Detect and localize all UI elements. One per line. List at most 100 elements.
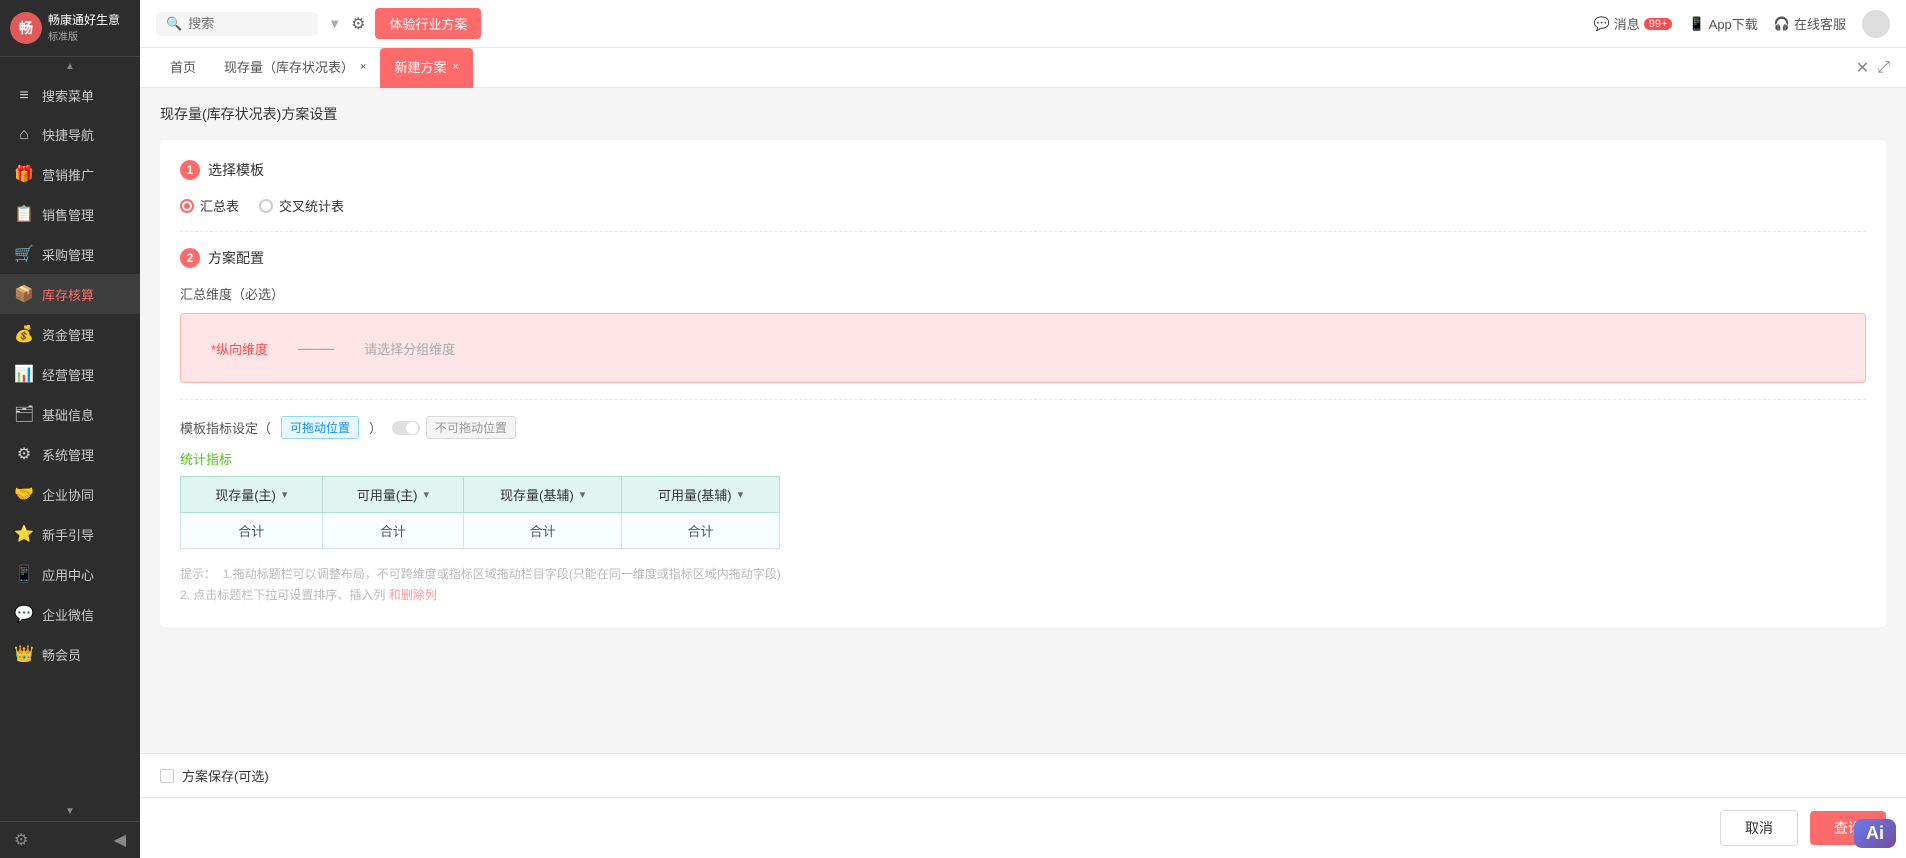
- gear-icon[interactable]: ⚙: [351, 14, 365, 34]
- sidebar-item-finance[interactable]: 💰 资金管理: [0, 314, 140, 354]
- logo-line2: 标准版: [48, 28, 120, 43]
- sidebar: 畅 畅康通好生意 标准版 ▲ ≡ 搜索菜单 ⌂ 快捷导航 🎁 营销推广 📋 销售…: [0, 0, 140, 858]
- sidebar-scroll-down[interactable]: ▼: [0, 802, 140, 821]
- radio-summary-label: 汇总表: [200, 196, 239, 215]
- sidebar-item-basic[interactable]: 🗂 基础信息: [0, 394, 140, 434]
- online-service-btn[interactable]: 🎧 在线客服: [1774, 14, 1846, 33]
- sidebar-item-system[interactable]: ⚙ 系统管理: [0, 434, 140, 474]
- chevron-down-icon-0[interactable]: ▾: [282, 488, 288, 501]
- sound-icon[interactable]: ◀: [114, 830, 126, 850]
- chevron-down-icon-3[interactable]: ▾: [738, 488, 744, 501]
- app-download-btn[interactable]: 📱 App下载: [1688, 14, 1757, 33]
- tab-inventory-close[interactable]: ×: [360, 61, 366, 73]
- dimension-required: *纵向维度: [211, 339, 268, 358]
- chevron-down-icon-2[interactable]: ▾: [580, 488, 586, 501]
- settings-icon[interactable]: ⚙: [14, 830, 28, 850]
- cancel-button[interactable]: 取消: [1720, 810, 1798, 846]
- save-checkbox-label: 方案保存(可选): [182, 766, 269, 785]
- tab-close-icon[interactable]: ✕: [1856, 58, 1869, 78]
- dimension-arrow: ——: [298, 338, 334, 359]
- table-row: 合计 合计 合计 合计: [181, 513, 780, 549]
- radio-cross-label: 交叉统计表: [279, 196, 344, 215]
- basic-icon: 🗂: [14, 404, 34, 424]
- non-draggable-indicator: 不可拖动位置: [392, 416, 516, 439]
- cell-0-0: 合计: [181, 513, 323, 549]
- search-box[interactable]: 🔍: [156, 12, 318, 36]
- tab-expand-icon[interactable]: ⤢: [1877, 59, 1890, 77]
- tab-new-plan[interactable]: 新建方案 ×: [380, 48, 472, 88]
- save-checkbox[interactable]: [160, 769, 174, 783]
- sidebar-item-new-guide[interactable]: ⭐ 新手引导: [0, 514, 140, 554]
- topbar: 🔍 ▼ ⚙ 体验行业方案 💬 消息 99+ 📱 App下载 🎧 在线客服: [140, 0, 1906, 48]
- logo-icon: 畅: [10, 12, 42, 44]
- user-avatar[interactable]: [1862, 10, 1890, 38]
- tab-inventory-status[interactable]: 现存量（库存状况表） ×: [210, 48, 380, 88]
- sales-icon: 📋: [14, 204, 34, 224]
- new-guide-icon: ⭐: [14, 524, 34, 544]
- sidebar-item-operations[interactable]: 📊 经营管理: [0, 354, 140, 394]
- messages-btn[interactable]: 💬 消息 99+: [1594, 14, 1673, 33]
- col-header-2[interactable]: 现存量(基辅) ▾: [464, 477, 622, 513]
- chevron-down-icon-1[interactable]: ▾: [423, 488, 429, 501]
- sidebar-item-member[interactable]: 👑 畅会员: [0, 634, 140, 674]
- sidebar-item-sales[interactable]: 📋 销售管理: [0, 194, 140, 234]
- indicator-settings: 模板指标设定（ 可拖动位置 ） 不可拖动位置 统计指标: [180, 416, 1866, 603]
- marketing-icon: 🎁: [14, 164, 34, 184]
- stat-section: 统计指标 现存量(主) ▾: [180, 449, 1866, 549]
- stat-title: 统计指标: [180, 449, 1866, 468]
- sidebar-logo: 畅 畅康通好生意 标准版: [0, 0, 140, 57]
- sidebar-item-quick-nav[interactable]: ⌂ 快捷导航: [0, 115, 140, 154]
- inventory-icon: 📦: [14, 284, 34, 304]
- search-input[interactable]: [188, 16, 308, 31]
- dimension-placeholder: 请选择分组维度: [364, 339, 455, 358]
- sidebar-item-purchase[interactable]: 🛒 采购管理: [0, 234, 140, 274]
- sidebar-item-app-center[interactable]: 📱 应用中心: [0, 554, 140, 594]
- page-title: 现存量(库存状况表)方案设置: [160, 104, 1886, 124]
- stat-table: 现存量(主) ▾ 可用量(主) ▾: [180, 476, 780, 549]
- tab-new-plan-close[interactable]: ×: [452, 61, 458, 73]
- app-download-icon: 📱: [1688, 16, 1704, 32]
- step2-badge: 2: [180, 248, 200, 268]
- trial-btn[interactable]: 体验行业方案: [375, 8, 481, 39]
- non-draggable-tag: 不可拖动位置: [426, 416, 516, 439]
- col-header-3[interactable]: 可用量(基辅) ▾: [622, 477, 780, 513]
- radio-summary[interactable]: 汇总表: [180, 196, 239, 215]
- message-icon: 💬: [1594, 16, 1610, 32]
- logo-line1: 畅康通好生意: [48, 13, 120, 29]
- config-card: 1 选择模板 汇总表 交叉统计表 2 方案配置 汇总维度（必选）: [160, 140, 1886, 627]
- sidebar-item-enterprise[interactable]: 🤝 企业协同: [0, 474, 140, 514]
- message-badge: 99+: [1644, 18, 1673, 30]
- sidebar-item-inventory[interactable]: 📦 库存核算: [0, 274, 140, 314]
- radio-summary-circle[interactable]: [180, 199, 194, 213]
- headset-icon: 🎧: [1774, 16, 1790, 32]
- tip2-highlight: 和删除列: [389, 588, 437, 602]
- main-area: 🔍 ▼ ⚙ 体验行业方案 💬 消息 99+ 📱 App下载 🎧 在线客服: [140, 0, 1906, 858]
- indicator-label: 模板指标设定（ 可拖动位置 ） 不可拖动位置: [180, 416, 1866, 439]
- col-header-0[interactable]: 现存量(主) ▾: [181, 477, 323, 513]
- enterprise-icon: 🤝: [14, 484, 34, 504]
- radio-cross[interactable]: 交叉统计表: [259, 196, 344, 215]
- dimension-box: *纵向维度 —— 请选择分组维度: [180, 313, 1866, 383]
- col-header-1[interactable]: 可用量(主) ▾: [322, 477, 464, 513]
- sidebar-item-search-menu[interactable]: ≡ 搜索菜单: [0, 76, 140, 115]
- app-center-icon: 📱: [14, 564, 34, 584]
- operations-icon: 📊: [14, 364, 34, 384]
- footer: 取消 查询: [140, 797, 1906, 858]
- ai-badge[interactable]: Ai: [1854, 819, 1896, 848]
- save-checkbox-section: 方案保存(可选): [140, 753, 1906, 797]
- step1-title: 选择模板: [208, 160, 264, 180]
- template-options: 汇总表 交叉统计表: [180, 196, 1866, 215]
- step1-header: 1 选择模板: [180, 160, 1866, 180]
- content-area: 现存量(库存状况表)方案设置 1 选择模板 汇总表 交叉统计表 2: [140, 88, 1906, 753]
- sidebar-item-marketing[interactable]: 🎁 营销推广: [0, 154, 140, 194]
- dropdown-icon[interactable]: ▼: [328, 16, 341, 31]
- cell-0-1: 合计: [322, 513, 464, 549]
- cell-0-3: 合计: [622, 513, 780, 549]
- search-menu-icon: ≡: [14, 87, 34, 105]
- radio-cross-circle[interactable]: [259, 199, 273, 213]
- tab-home[interactable]: 首页: [156, 48, 210, 88]
- sidebar-item-wechat[interactable]: 💬 企业微信: [0, 594, 140, 634]
- tabbar: 首页 现存量（库存状况表） × 新建方案 × ✕ ⤢: [140, 48, 1906, 88]
- dimension-label: 汇总维度（必选）: [180, 284, 1866, 303]
- sidebar-scroll-up[interactable]: ▲: [0, 57, 140, 76]
